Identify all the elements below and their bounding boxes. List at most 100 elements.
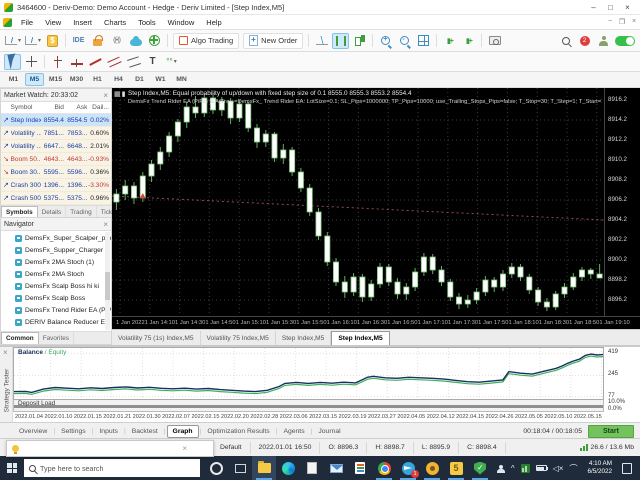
chart-type-button[interactable]: ▾ [4, 33, 22, 49]
tester-tab-graph[interactable]: Graph [166, 425, 199, 438]
tester-tab-optimization-results[interactable]: Optimization Results [202, 426, 274, 437]
maximize-button[interactable]: □ [602, 3, 619, 12]
menu-charts[interactable]: Charts [98, 18, 132, 27]
market-watch-row[interactable]: ↗ Crash 300... 1396... 1396... -3.30% [1, 179, 111, 192]
taskbar-clock[interactable]: 4:10 AM 6/5/2022 [583, 460, 616, 476]
menu-window[interactable]: Window [162, 18, 201, 27]
taskbar-edge[interactable] [276, 456, 300, 480]
chart-tab[interactable]: Volatility 75 (1s) Index,M5 [112, 331, 201, 345]
channel-tool-button[interactable] [106, 54, 123, 70]
new-order-button[interactable]: New Order [243, 32, 304, 49]
navigator-item[interactable]: DemsFx 2MA Stoch (1) [1, 256, 111, 268]
market-watch-row[interactable]: ↗ Volatility ... 6647... 6648... 2.01% [1, 140, 111, 153]
navigator-item[interactable]: DemsFx_Super_Scalper_pro [1, 232, 111, 244]
close-button[interactable]: × [619, 3, 636, 12]
taskbar-mail[interactable] [324, 456, 348, 480]
menu-insert[interactable]: Insert [67, 18, 98, 27]
tester-tab-agents[interactable]: Agents [278, 426, 309, 437]
taskbar-mt5[interactable]: 5 [444, 456, 468, 480]
candle-chart-button[interactable] [351, 33, 368, 49]
timeframe-m15[interactable]: M15 [46, 73, 65, 86]
timeframe-m30[interactable]: M30 [67, 73, 86, 86]
notification-popup[interactable]: × [6, 440, 214, 457]
tester-tab-settings[interactable]: Settings [56, 426, 91, 437]
zoom-in-button[interactable]: + [377, 33, 394, 49]
start-button[interactable] [0, 456, 24, 480]
taskbar-telegram[interactable]: 1 [396, 456, 420, 480]
add-object-window-button[interactable]: ▮+ [460, 33, 477, 49]
child-restore-icon[interactable]: ❐ [616, 18, 628, 26]
horizontal-line-tool-button[interactable] [68, 54, 85, 70]
taskbar-notepad[interactable] [300, 456, 324, 480]
navigator-item[interactable]: DemsFx_Supper_Charger [1, 244, 111, 256]
tile-windows-button[interactable] [415, 33, 432, 49]
chart-tab[interactable]: Step Index,M5 [276, 331, 332, 345]
shapes-tool-button[interactable]: °° ▾ [163, 54, 180, 70]
market-watch-row[interactable]: ↘ Boom 50... 4643... 4643... -0.93% [1, 153, 111, 166]
one-click-trading-toggle[interactable] [614, 33, 636, 49]
volume-icon[interactable]: ◁× [553, 464, 564, 473]
navigator-item[interactable]: DERIV Balance Reducer EA (... [1, 316, 111, 328]
vertical-line-tool-button[interactable] [49, 54, 66, 70]
taskbar-file-explorer[interactable] [252, 456, 276, 480]
tab-common[interactable]: Common [1, 332, 39, 344]
column-daily[interactable]: Dail... [87, 104, 109, 111]
hidden-icons-chevron[interactable]: ^ [511, 464, 515, 473]
timeframe-w1[interactable]: W1 [151, 73, 170, 86]
price-axis[interactable]: 8916.2 8914.2 8912.2 8910.2 8908.2 8906.2 8904… [604, 88, 640, 316]
timeframe-m5[interactable]: M5 [25, 73, 44, 86]
bar-chart-button[interactable] [332, 32, 350, 49]
tester-tab-overview[interactable]: Overview [14, 426, 52, 437]
crosshair-tool-button[interactable] [23, 54, 40, 70]
chart-tab[interactable]: Volatility 75 Index,M5 [201, 331, 276, 345]
community-button[interactable] [146, 33, 163, 49]
network-icon[interactable]: ⌒ [569, 463, 577, 474]
search-button[interactable] [557, 33, 574, 49]
user-button[interactable] [595, 33, 612, 49]
market-watch-row[interactable]: ↗ Crash 500... 5375... 5375... 0.96% [1, 192, 111, 205]
cursor-tool-button[interactable] [4, 53, 21, 70]
close-icon[interactable]: × [103, 220, 108, 229]
ide-button[interactable]: IDE [70, 33, 87, 49]
taskbar-opera[interactable] [204, 456, 228, 480]
menu-file[interactable]: File [15, 18, 39, 27]
taskbar-honeygain[interactable] [420, 456, 444, 480]
navigator-item[interactable]: DemsFx Scalp Boss hi ki [1, 280, 111, 292]
timeframe-h1[interactable]: H1 [88, 73, 107, 86]
tester-tab-journal[interactable]: Journal [313, 426, 345, 437]
people-icon[interactable] [496, 464, 505, 473]
notifications-button[interactable]: 2 [576, 33, 593, 49]
menu-tools[interactable]: Tools [132, 18, 162, 27]
text-tool-button[interactable]: T [144, 54, 161, 70]
child-window-controls[interactable]: − ❐ × [604, 18, 640, 26]
taskbar-chrome[interactable] [372, 456, 396, 480]
navigator-item[interactable]: DemsFx 2MA Stoch [1, 268, 111, 280]
cloud-button[interactable] [127, 33, 144, 49]
chart-plot-area[interactable] [112, 88, 604, 316]
navigator-item[interactable]: DemsFx Scalp Boss [1, 292, 111, 304]
task-view-button[interactable] [228, 456, 252, 480]
navigator-scrollbar[interactable] [105, 232, 110, 330]
chart-window[interactable]: ▦▮ Step Index,M5: Equal probability of u… [112, 88, 640, 345]
column-ask[interactable]: Ask [64, 104, 87, 111]
tab-favorites[interactable]: Favorites [39, 332, 74, 344]
timeframe-h4[interactable]: H4 [109, 73, 128, 86]
auto-trade-button[interactable]: $ [44, 33, 61, 49]
taskbar-search-box[interactable]: Type here to search [24, 459, 200, 477]
popup-close-icon[interactable]: × [182, 444, 187, 453]
close-icon[interactable]: × [103, 91, 108, 100]
timeframe-d1[interactable]: D1 [130, 73, 149, 86]
chart-tab[interactable]: Step Index,M5 [331, 331, 390, 345]
start-button[interactable]: Start [588, 425, 634, 438]
add-indicator-window-button[interactable]: ▮+ [441, 33, 458, 49]
taskbar-defender[interactable] [468, 456, 492, 480]
signals-button[interactable]: ((•)) [108, 33, 125, 49]
trendline-tool-button[interactable] [87, 54, 104, 70]
tester-tab-inputs[interactable]: Inputs [94, 426, 123, 437]
tray-chart-icon[interactable] [520, 463, 530, 473]
menu-view[interactable]: View [39, 18, 67, 27]
child-minimize-icon[interactable]: − [604, 18, 616, 26]
screenshot-button[interactable] [486, 33, 503, 49]
market-watch-row[interactable]: ↘ Boom 30... 5595... 5596... 0.36% [1, 166, 111, 179]
column-symbol[interactable]: Symbol [11, 104, 41, 111]
